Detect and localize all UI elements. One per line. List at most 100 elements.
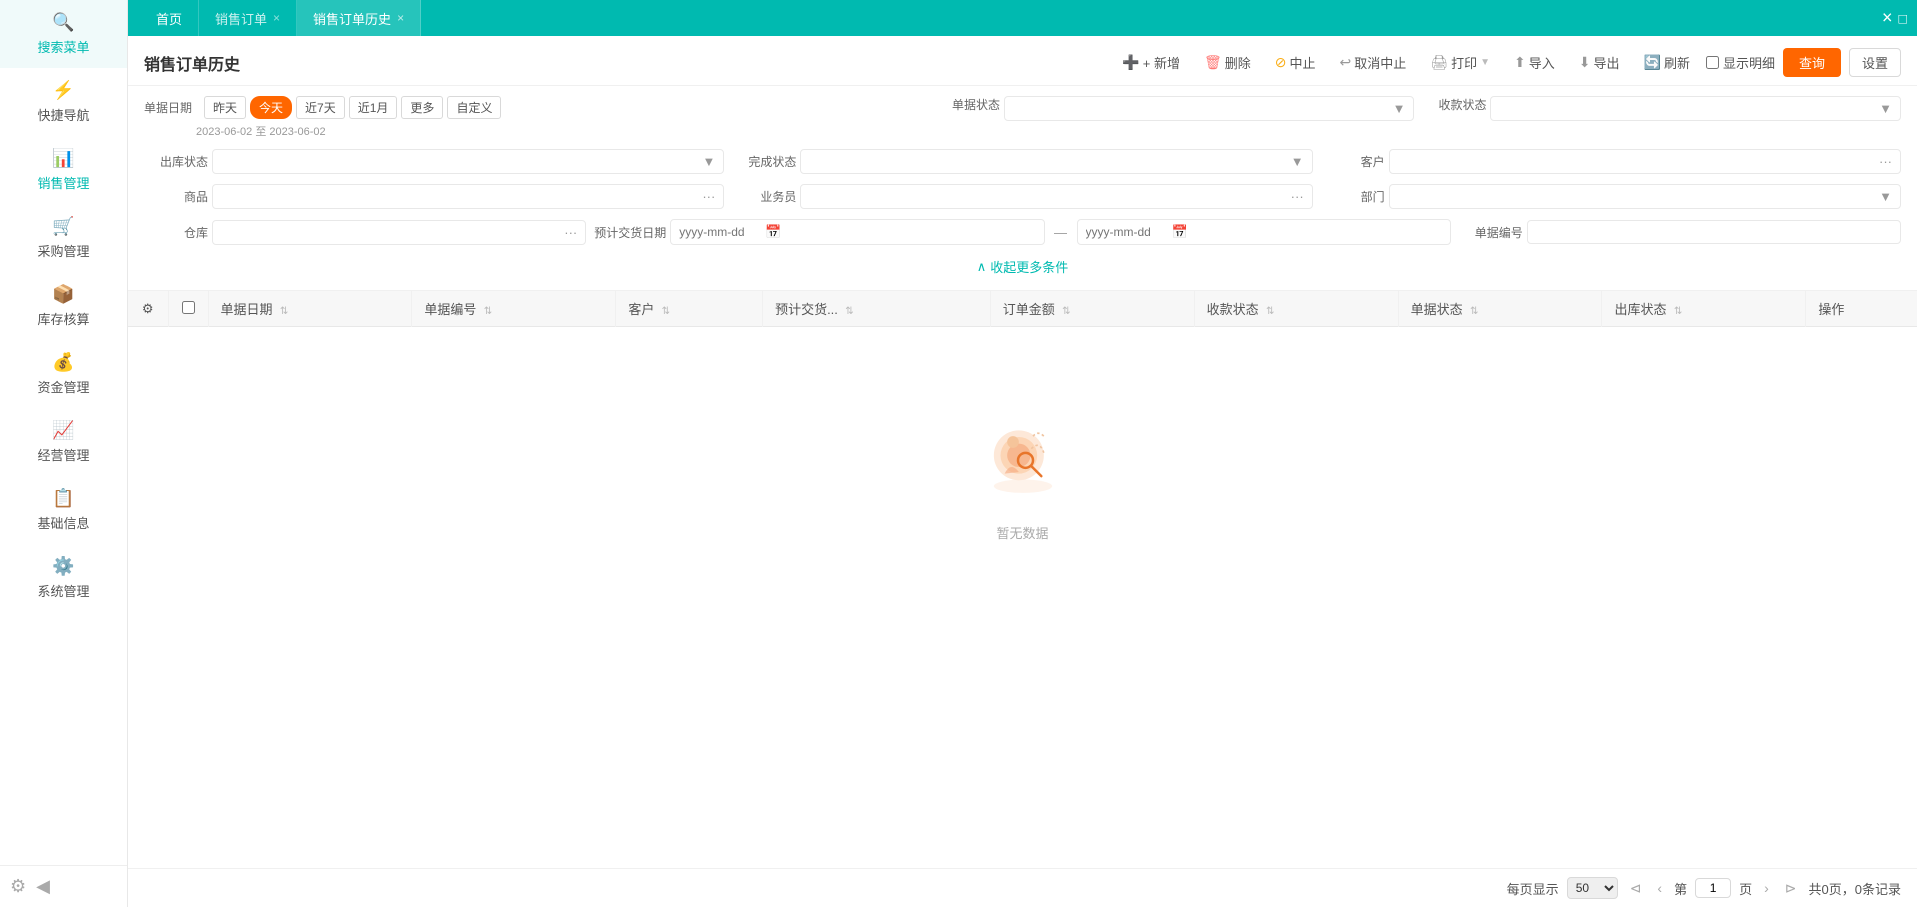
page-input[interactable] [1695,878,1731,898]
col-customer: 客户 ⇅ [616,291,763,327]
tab-home[interactable]: 首页 [140,0,199,36]
import-button[interactable]: ⬆ 导入 [1506,49,1563,76]
delete-button[interactable]: 🗑 删除 [1196,49,1259,76]
sort-deliverystatus-icon[interactable]: ⇅ [1674,306,1682,317]
page-label-after: 页 [1739,879,1752,898]
page-header: 销售订单历史 ➕ + 新增 🗑 删除 ⊘ 中止 ↩ 取消中止 [128,36,1917,86]
select-all-checkbox[interactable] [182,301,195,314]
col-order-status: 单据状态 ⇅ [1398,291,1602,327]
salesperson-field[interactable]: ··· [800,184,1312,209]
last-page-button[interactable]: ⊳ [1781,878,1801,899]
order-no-field[interactable] [1527,220,1901,244]
page-title: 销售订单历史 [144,51,240,75]
data-table: ⚙ 单据日期 ⇅ 单据编号 ⇅ [128,291,1917,622]
order-status-field[interactable]: ▼ [1004,96,1415,121]
sidebar-item-inventory-label: 库存核算 [37,309,89,328]
table-area: ⚙ 单据日期 ⇅ 单据编号 ⇅ [128,291,1917,868]
query-button[interactable]: 查询 [1783,48,1841,77]
sidebar-item-sales[interactable]: 📊 销售管理 [0,136,127,204]
col-check[interactable] [168,291,208,327]
sort-amount-icon[interactable]: ⇅ [1062,306,1070,317]
sidebar-item-finance[interactable]: 💰 资金管理 [0,340,127,408]
completion-status-arrow: ▼ [1291,154,1304,169]
dept-field[interactable]: ▼ [1389,184,1901,209]
tab-sales-order[interactable]: 销售订单 × [199,0,297,36]
col-gear[interactable]: ⚙ [128,291,168,327]
sidebar-item-operations[interactable]: 📈 经营管理 [0,408,127,476]
tab-home-label: 首页 [156,9,182,28]
warehouse-field[interactable]: ··· [212,220,586,245]
new-button[interactable]: ➕ + 新增 [1114,49,1188,76]
completion-status-field[interactable]: ▼ [800,149,1312,174]
delivery-status-field[interactable]: ▼ [212,149,724,174]
date-btn-yesterday[interactable]: 昨天 [204,96,246,119]
tab-sales-order-history[interactable]: 销售订单历史 × [297,0,421,36]
sort-customer-icon[interactable]: ⇅ [662,306,670,317]
gear-icon[interactable]: ⚙ [142,301,154,316]
table-footer: 每页显示 10 20 50 100 ⊲ ‹ 第 页 › ⊳ 共0页，0条记录 [128,868,1917,907]
empty-state: 暂无数据 [128,327,1917,622]
delivery-date-end-field[interactable]: 📅 [1077,219,1451,245]
customer-field[interactable]: ··· [1389,149,1901,174]
display-cols-checkbox[interactable] [1706,56,1719,69]
stop-button[interactable]: ⊘ 中止 [1267,49,1324,76]
first-page-button[interactable]: ⊲ [1626,878,1646,899]
date-btn-more[interactable]: 更多 [401,96,443,119]
salesperson-dots: ··· [1291,189,1304,204]
date-btn-custom[interactable]: 自定义 [447,96,501,119]
calendar-end-icon[interactable]: 📅 [1172,224,1188,240]
cancel-stop-button[interactable]: ↩ 取消中止 [1332,49,1415,76]
tab-sales-order-close[interactable]: × [273,11,280,25]
order-no-input[interactable] [1536,225,1892,239]
sidebar-item-purchase[interactable]: 🛒 采购管理 [0,204,127,272]
cancel-stop-label: 取消中止 [1354,53,1406,72]
sort-payment-icon[interactable]: ⇅ [1266,306,1274,317]
inventory-icon: 📦 [52,284,74,305]
sort-orderstatus-icon[interactable]: ⇅ [1470,306,1478,317]
delivery-date-start-field[interactable]: 📅 [670,219,1044,245]
display-cols-toggle[interactable]: 显示明细 [1706,53,1775,72]
sidebar-collapse-icon[interactable]: ◀ [36,876,50,897]
tab-sales-order-history-close[interactable]: × [397,11,404,25]
refresh-label: 刷新 [1664,53,1690,72]
payment-status-field[interactable]: ▼ [1490,96,1901,121]
col-date: 单据日期 ⇅ [208,291,412,327]
refresh-button[interactable]: 🔄 刷新 [1636,49,1698,76]
sort-delivery-icon[interactable]: ⇅ [845,306,853,317]
sidebar-item-sysmgmt-label: 系统管理 [37,581,89,600]
import-icon: ⬆ [1514,54,1526,71]
sort-order-icon[interactable]: ⇅ [484,306,492,317]
prev-page-button[interactable]: ‹ [1653,878,1666,898]
finance-icon: 💰 [52,352,74,373]
customer-label: 客户 [1321,153,1393,170]
export-button[interactable]: ⬇ 导出 [1571,49,1628,76]
tab-sales-order-history-label: 销售订单历史 [313,9,391,28]
sidebar-item-sysmgmt[interactable]: ⚙️ 系统管理 [0,544,127,612]
sidebar-item-baseinfo[interactable]: 📋 基础信息 [0,476,127,544]
product-dots: ··· [702,189,715,204]
delivery-date-start-input[interactable] [679,225,759,239]
date-btn-7days[interactable]: 近7天 [296,96,345,119]
order-no-label: 单据编号 [1459,224,1531,241]
sidebar-item-operations-label: 经营管理 [37,445,89,464]
settings-button[interactable]: 设置 [1849,48,1901,77]
per-page-select[interactable]: 10 20 50 100 [1567,877,1618,899]
sidebar-item-inventory[interactable]: 📦 库存核算 [0,272,127,340]
next-page-button[interactable]: › [1760,878,1773,898]
sidebar-settings-icon[interactable]: ⚙ [10,876,26,897]
print-button[interactable]: 🖨 打印 ▼ [1422,49,1498,76]
product-field[interactable]: ··· [212,184,724,209]
main-area: 首页 销售订单 × 销售订单历史 × × □ 销售订单历史 ➕ + 新增 🗑 [128,0,1917,907]
date-btn-1month[interactable]: 近1月 [349,96,398,119]
calendar-start-icon[interactable]: 📅 [765,224,781,240]
date-btn-today[interactable]: 今天 [250,96,292,119]
display-cols-label: 显示明细 [1723,53,1775,72]
sort-date-icon[interactable]: ⇅ [280,306,288,317]
sidebar-item-search[interactable]: 🔍 搜索菜单 [0,0,127,68]
collapse-row[interactable]: ∧ 收起更多条件 [144,253,1901,280]
delete-label: 删除 [1225,53,1251,72]
topbar-close-button[interactable]: × □ [1882,8,1907,29]
delivery-date-end-input[interactable] [1086,225,1166,239]
sidebar-item-quicknav[interactable]: ⚡ 快捷导航 [0,68,127,136]
topbar: 首页 销售订单 × 销售订单历史 × × □ [128,0,1917,36]
